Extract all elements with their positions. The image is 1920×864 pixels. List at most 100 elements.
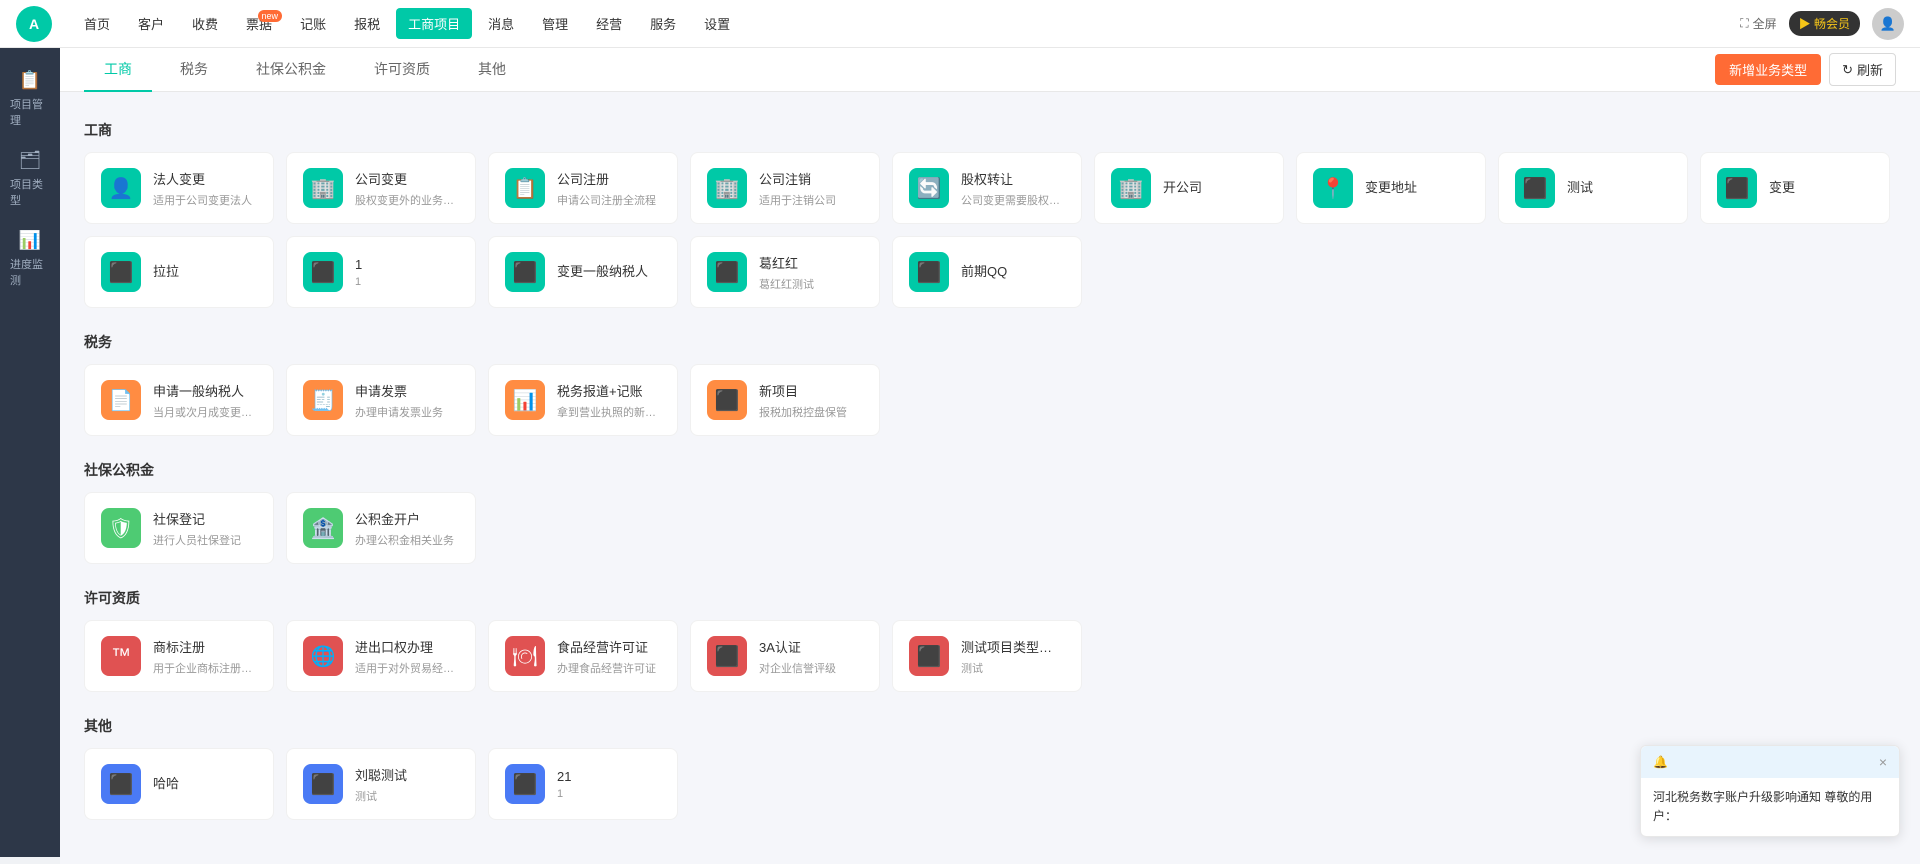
nav-item-经营[interactable]: 经营 [584,8,634,39]
card-申请一般纳税人[interactable]: 📄 申请一般纳税人 当月或次月成变更完成 [84,364,274,436]
sub-tab-社保公积金[interactable]: 社保公积金 [236,48,346,92]
card-3A认证[interactable]: ⬛ 3A认证 对企业信誉评级 [690,620,880,692]
card-申请发票[interactable]: 🧾 申请发票 办理申请发票业务 [286,364,476,436]
card-desc: 公司变更需要股权转让 [961,192,1065,208]
sidebar-icon: 📋 [18,68,42,92]
card-desc: 用于企业商标注册服务 [153,660,257,676]
card-desc: 申请公司注册全流程 [557,192,661,208]
card-desc: 适用于注销公司 [759,192,863,208]
nav-item-工商项目[interactable]: 工商项目 [396,8,472,39]
avatar[interactable]: 👤 [1872,8,1904,40]
card-测试项目类型目定义[interactable]: ⬛ 测试项目类型目定义 测试 [892,620,1082,692]
sub-tab-其他[interactable]: 其他 [458,48,526,92]
card-title: 刘聪测试 [355,765,459,784]
card-title: 商标注册 [153,637,257,656]
card-title: 股权转让 [961,169,1065,188]
new-type-button[interactable]: 新增业务类型 [1715,54,1821,85]
cards-grid-工商: 👤 法人变更 适用于公司变更法人 🏢 公司变更 股权变更外的业务变更 📋 公司注… [84,152,1896,308]
section-title-许可资质: 许可资质 [84,588,1896,608]
card-info: 税务报道+记账 拿到营业执照的新公司 [557,381,661,420]
card-公司变更[interactable]: 🏢 公司变更 股权变更外的业务变更 [286,152,476,224]
sidebar-item-进度监测[interactable]: 📊进度监测 [4,220,56,296]
nav-item-消息[interactable]: 消息 [476,8,526,39]
fullscreen-btn[interactable]: ⛶ 全屏 [1740,15,1776,32]
cards-grid-其他: ⬛ 哈哈 ⬛ 刘聪测试 测试 ⬛ 21 1 [84,748,1896,820]
card-title: 公司注销 [759,169,863,188]
nav-item-报税[interactable]: 报税 [342,8,392,39]
card-1[interactable]: ⬛ 1 1 [286,236,476,308]
card-title: 拉拉 [153,261,257,280]
card-icon: 📄 [101,380,141,420]
sub-tab-list: 工商税务社保公积金许可资质其他 [84,48,534,92]
sidebar-item-项目类型[interactable]: 🗂项目类型 [4,140,56,216]
notif-close[interactable]: × [1879,754,1887,770]
card-info: 21 1 [557,769,661,800]
card-title: 葛红红 [759,253,863,272]
sub-tab-工商[interactable]: 工商 [84,48,152,92]
notification-popup: 🔔 × 河北税务数字账户升级影响通知 尊敬的用户： [1640,745,1900,837]
card-21[interactable]: ⬛ 21 1 [488,748,678,820]
card-进出口权办理[interactable]: 🌐 进出口权办理 适用于对外贸易经营者 [286,620,476,692]
card-法人变更[interactable]: 👤 法人变更 适用于公司变更法人 [84,152,274,224]
section-title-其他: 其他 [84,716,1896,736]
card-desc: 办理公积金相关业务 [355,532,459,548]
card-title: 税务报道+记账 [557,381,661,400]
sidebar-item-项目管理[interactable]: 📋项目管理 [4,60,56,136]
card-变更地址[interactable]: 📍 变更地址 [1296,152,1486,224]
nav-item-票据[interactable]: 票据new [234,8,284,39]
refresh-icon: ↻ [1842,62,1853,78]
sub-tab-税务[interactable]: 税务 [160,48,228,92]
card-哈哈[interactable]: ⬛ 哈哈 [84,748,274,820]
card-开公司[interactable]: 🏢 开公司 [1094,152,1284,224]
card-葛红红[interactable]: ⬛ 葛红红 葛红红测试 [690,236,880,308]
card-icon: ⬛ [1717,168,1757,208]
card-info: 新项目 报税加税控盘保管 [759,381,863,420]
card-icon: 🛡 [101,508,141,548]
card-title: 公司变更 [355,169,459,188]
vip-btn[interactable]: ▶ 畅会员 [1789,11,1860,36]
sub-tab-许可资质[interactable]: 许可资质 [354,48,450,92]
nav-item-管理[interactable]: 管理 [530,8,580,39]
nav-item-客户[interactable]: 客户 [126,8,176,39]
card-icon: ⬛ [909,252,949,292]
card-info: 拉拉 [153,261,257,284]
card-公司注销[interactable]: 🏢 公司注销 适用于注销公司 [690,152,880,224]
card-股权转让[interactable]: 🔄 股权转让 公司变更需要股权转让 [892,152,1082,224]
card-刘聪测试[interactable]: ⬛ 刘聪测试 测试 [286,748,476,820]
nav-items: 首页客户收费票据new记账报税工商项目消息管理经营服务设置 [72,8,1740,39]
nav-item-服务[interactable]: 服务 [638,8,688,39]
card-变更[interactable]: ⬛ 变更 [1700,152,1890,224]
card-icon: ⬛ [1515,168,1555,208]
card-icon: ⬛ [707,380,747,420]
card-info: 申请发票 办理申请发票业务 [355,381,459,420]
refresh-button[interactable]: ↻ 刷新 [1829,53,1896,86]
nav-item-首页[interactable]: 首页 [72,8,122,39]
card-title: 3A认证 [759,637,863,656]
logo: A [16,6,52,42]
card-新项目[interactable]: ⬛ 新项目 报税加税控盘保管 [690,364,880,436]
card-前期QQ[interactable]: ⬛ 前期QQ [892,236,1082,308]
card-测试[interactable]: ⬛ 测试 [1498,152,1688,224]
card-拉拉[interactable]: ⬛ 拉拉 [84,236,274,308]
nav-item-记账[interactable]: 记账 [288,8,338,39]
fullscreen-icon: ⛶ [1740,16,1748,31]
card-info: 社保登记 进行人员社保登记 [153,509,257,548]
card-食品经营许可证[interactable]: 🍽 食品经营许可证 办理食品经营许可证 [488,620,678,692]
card-info: 变更一般纳税人 [557,261,661,284]
card-icon: 🌐 [303,636,343,676]
nav-item-收费[interactable]: 收费 [180,8,230,39]
card-info: 公司注册 申请公司注册全流程 [557,169,661,208]
nav-item-设置[interactable]: 设置 [692,8,742,39]
card-info: 公司变更 股权变更外的业务变更 [355,169,459,208]
card-desc: 1 [355,276,459,288]
card-icon: 📊 [505,380,545,420]
card-公积金开户[interactable]: 🏦 公积金开户 办理公积金相关业务 [286,492,476,564]
card-desc: 股权变更外的业务变更 [355,192,459,208]
card-公司注册[interactable]: 📋 公司注册 申请公司注册全流程 [488,152,678,224]
card-info: 进出口权办理 适用于对外贸易经营者 [355,637,459,676]
card-社保登记[interactable]: 🛡 社保登记 进行人员社保登记 [84,492,274,564]
card-icon: 🏦 [303,508,343,548]
card-税务报道+记账[interactable]: 📊 税务报道+记账 拿到营业执照的新公司 [488,364,678,436]
card-变更一般纳税人[interactable]: ⬛ 变更一般纳税人 [488,236,678,308]
card-商标注册[interactable]: ™ 商标注册 用于企业商标注册服务 [84,620,274,692]
